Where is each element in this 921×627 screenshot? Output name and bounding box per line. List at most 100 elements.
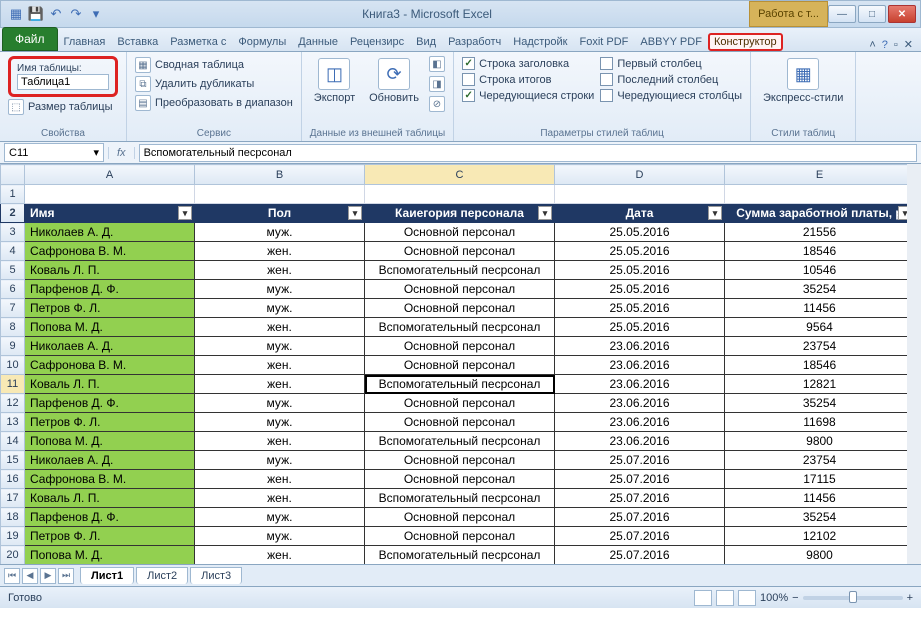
banded-rows-checkbox[interactable]: ✓Чередующиеся строки: [462, 88, 594, 103]
cell-name[interactable]: Коваль Л. П.: [25, 489, 195, 508]
cell-name[interactable]: Сафронова В. М.: [25, 470, 195, 489]
cell-name[interactable]: Коваль Л. П.: [25, 261, 195, 280]
cell-category[interactable]: Основной персонал: [365, 451, 555, 470]
tab-designer[interactable]: Конструктор: [708, 33, 783, 51]
cell-name[interactable]: Попова М. Д.: [25, 318, 195, 337]
cell-sex[interactable]: муж.: [195, 223, 365, 242]
row-header-13[interactable]: 13: [1, 413, 25, 432]
cell-sum[interactable]: 23754: [725, 451, 915, 470]
sheet-tab-Лист1[interactable]: Лист1: [80, 567, 134, 584]
qat-dropdown-icon[interactable]: ▾: [87, 5, 105, 23]
convert-range-button[interactable]: ▤Преобразовать в диапазон: [135, 94, 293, 112]
cell-category[interactable]: Основной персонал: [365, 337, 555, 356]
view-normal-button[interactable]: [694, 590, 712, 606]
cell-category[interactable]: Основной персонал: [365, 299, 555, 318]
cell-sex[interactable]: жен.: [195, 546, 365, 565]
cell-category[interactable]: Основной персонал: [365, 508, 555, 527]
cell-sum[interactable]: 35254: [725, 394, 915, 413]
filter-button-4[interactable]: ▾: [898, 206, 912, 220]
cell-name[interactable]: Сафронова В. М.: [25, 356, 195, 375]
col-header-A[interactable]: A: [25, 165, 195, 185]
sheet-tab-Лист2[interactable]: Лист2: [136, 567, 188, 584]
cell-sum[interactable]: 11456: [725, 299, 915, 318]
cell-date[interactable]: 25.05.2016: [555, 223, 725, 242]
cell-sum[interactable]: 10546: [725, 261, 915, 280]
cell-category[interactable]: Вспомогательный песрсонал: [365, 318, 555, 337]
cell-name[interactable]: Попова М. Д.: [25, 546, 195, 565]
cell-category[interactable]: Основной персонал: [365, 413, 555, 432]
tab-Вставка[interactable]: Вставка: [111, 33, 164, 51]
formula-input[interactable]: [139, 144, 917, 162]
cell-sum[interactable]: 21556: [725, 223, 915, 242]
row-header-7[interactable]: 7: [1, 299, 25, 318]
pivot-table-button[interactable]: ▦Сводная таблица: [135, 56, 293, 74]
cell-date[interactable]: 23.06.2016: [555, 432, 725, 451]
spreadsheet-grid[interactable]: ABCDE 12Имя▾Пол▾Каиегория персонала▾Дата…: [0, 164, 921, 564]
tab-Формулы[interactable]: Формулы: [232, 33, 292, 51]
first-col-checkbox[interactable]: Первый столбец: [600, 56, 742, 71]
help-icon[interactable]: ?: [882, 39, 888, 51]
cell-date[interactable]: 25.07.2016: [555, 451, 725, 470]
cell-sum[interactable]: 23754: [725, 337, 915, 356]
tab-Разработч[interactable]: Разработч: [442, 33, 507, 51]
cell-date[interactable]: 25.07.2016: [555, 489, 725, 508]
row-header-14[interactable]: 14: [1, 432, 25, 451]
select-all-cell[interactable]: [1, 165, 25, 185]
cell-name[interactable]: Петров Ф. Л.: [25, 299, 195, 318]
tab-Вид[interactable]: Вид: [410, 33, 442, 51]
cell-category[interactable]: Вспомогательный песрсонал: [365, 375, 555, 394]
row-header-1[interactable]: 1: [1, 185, 25, 204]
excel-icon[interactable]: ▦: [7, 5, 25, 23]
view-pagebreak-button[interactable]: [738, 590, 756, 606]
cell-name[interactable]: Парфенов Д. Ф.: [25, 280, 195, 299]
cell-sex[interactable]: муж.: [195, 413, 365, 432]
cell-sum[interactable]: 9800: [725, 546, 915, 565]
filter-button-1[interactable]: ▾: [348, 206, 362, 220]
cell-name[interactable]: Петров Ф. Л.: [25, 527, 195, 546]
cell-date[interactable]: 23.06.2016: [555, 356, 725, 375]
filter-button-0[interactable]: ▾: [178, 206, 192, 220]
row-header-5[interactable]: 5: [1, 261, 25, 280]
cell-category[interactable]: Основной персонал: [365, 242, 555, 261]
sheet-tab-Лист3[interactable]: Лист3: [190, 567, 242, 584]
refresh-button[interactable]: ⟳Обновить: [365, 56, 423, 106]
cell-sex[interactable]: муж.: [195, 394, 365, 413]
tab-Главная[interactable]: Главная: [58, 33, 112, 51]
cell-date[interactable]: 25.07.2016: [555, 546, 725, 565]
col-header-B[interactable]: B: [195, 165, 365, 185]
table-name-input[interactable]: [17, 74, 109, 90]
row-header-8[interactable]: 8: [1, 318, 25, 337]
sheet-nav-next[interactable]: ▶: [40, 568, 56, 584]
cell-name[interactable]: Петров Ф. Л.: [25, 413, 195, 432]
minimize-button[interactable]: —: [828, 5, 856, 23]
window-restore-icon[interactable]: ▫: [894, 39, 898, 51]
cell-sex[interactable]: жен.: [195, 242, 365, 261]
row-header-19[interactable]: 19: [1, 527, 25, 546]
row-header-12[interactable]: 12: [1, 394, 25, 413]
cell-sex[interactable]: жен.: [195, 489, 365, 508]
name-box[interactable]: C11▾: [4, 143, 104, 162]
cell-category[interactable]: Основной персонал: [365, 356, 555, 375]
cell-date[interactable]: 25.05.2016: [555, 261, 725, 280]
undo-icon[interactable]: ↶: [47, 5, 65, 23]
cell-category[interactable]: Вспомогательный песрсонал: [365, 432, 555, 451]
cell-name[interactable]: Парфенов Д. Ф.: [25, 394, 195, 413]
cell-category[interactable]: Основной персонал: [365, 470, 555, 489]
row-header-10[interactable]: 10: [1, 356, 25, 375]
cell-sex[interactable]: муж.: [195, 451, 365, 470]
cell-date[interactable]: 25.05.2016: [555, 299, 725, 318]
cell-date[interactable]: 25.05.2016: [555, 242, 725, 261]
cell-sum[interactable]: 18546: [725, 356, 915, 375]
banded-cols-checkbox[interactable]: Чередующиеся столбцы: [600, 88, 742, 103]
resize-table-button[interactable]: ⬚Размер таблицы: [8, 98, 118, 116]
cell-sex[interactable]: муж.: [195, 508, 365, 527]
cell-sum[interactable]: 35254: [725, 280, 915, 299]
cell-date[interactable]: 25.07.2016: [555, 470, 725, 489]
header-row-checkbox[interactable]: ✓Строка заголовка: [462, 56, 594, 71]
close-button[interactable]: ✕: [888, 5, 916, 23]
col-header-D[interactable]: D: [555, 165, 725, 185]
fx-icon[interactable]: fx: [108, 147, 135, 159]
tab-Foxit PDF[interactable]: Foxit PDF: [573, 33, 634, 51]
cell-sex[interactable]: жен.: [195, 432, 365, 451]
redo-icon[interactable]: ↷: [67, 5, 85, 23]
